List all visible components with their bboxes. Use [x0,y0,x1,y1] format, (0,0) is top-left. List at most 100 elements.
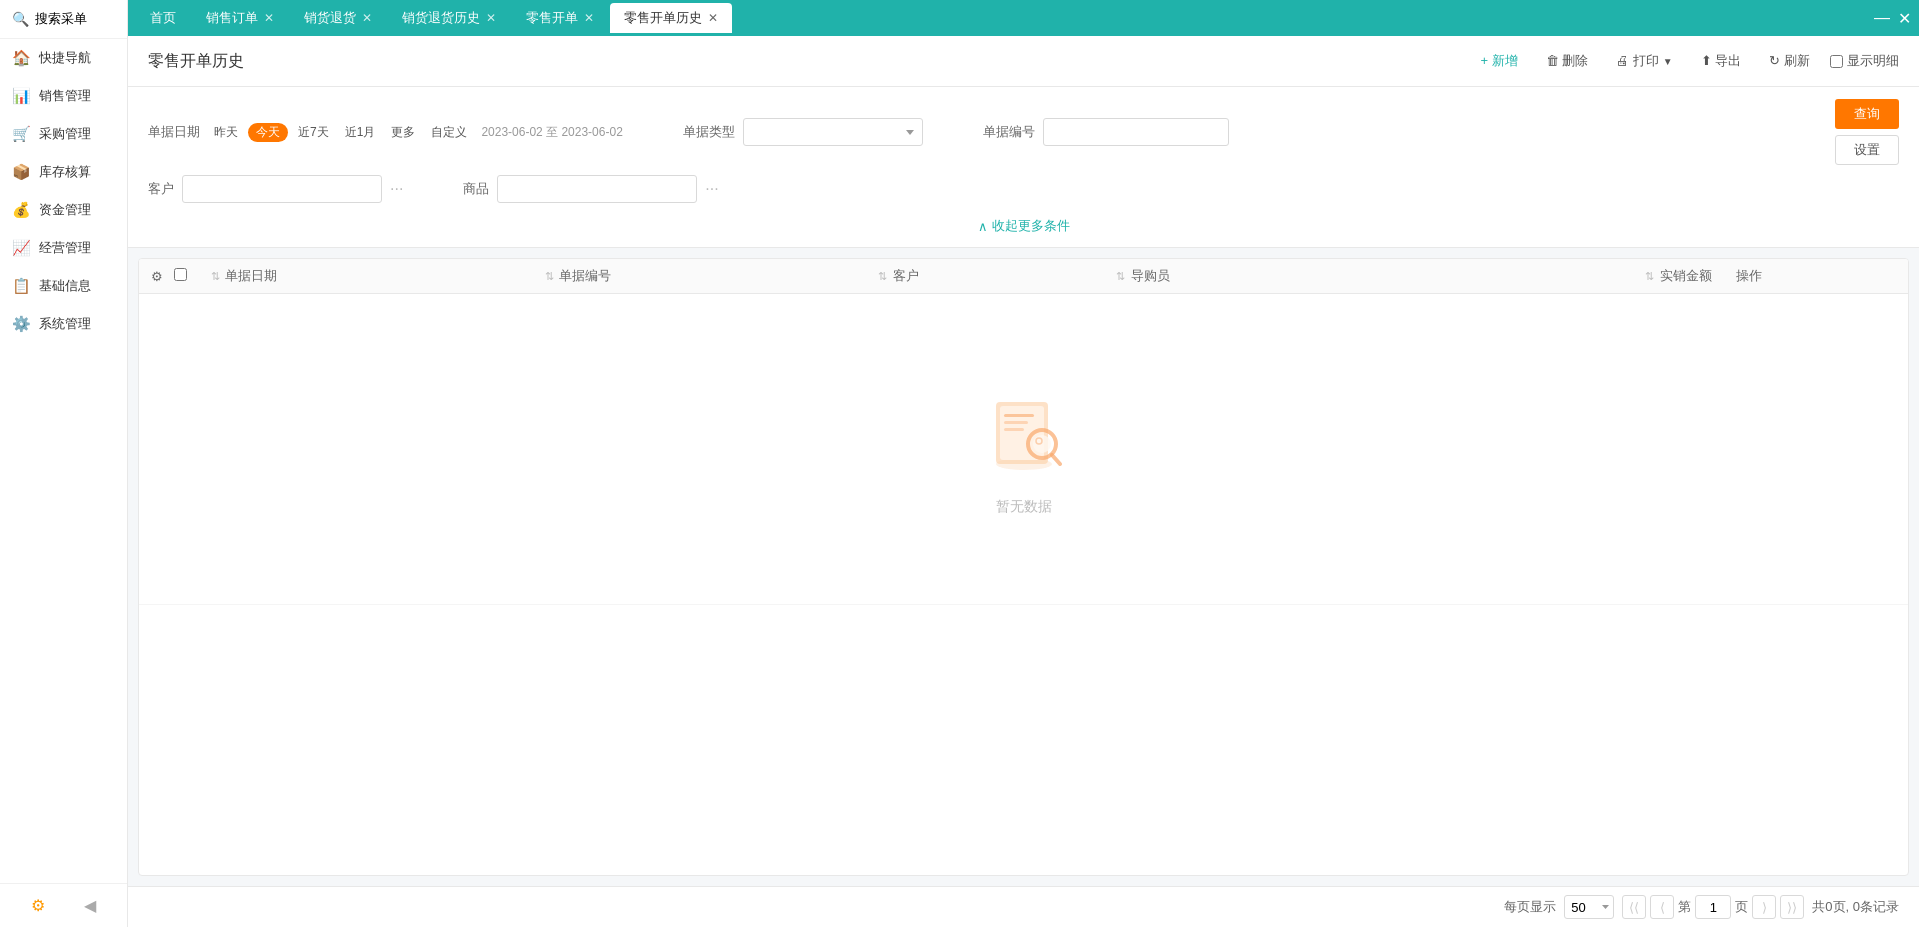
first-page-btn[interactable]: ⟨⟨ [1622,895,1646,919]
page-prefix-label: 第 [1678,898,1691,916]
sort-icon-number[interactable]: ⇅ [545,270,554,282]
product-filter: 商品 ··· [463,175,718,203]
select-all-checkbox[interactable] [174,268,187,281]
date-btn-custom[interactable]: 自定义 [425,122,473,143]
new-label: + 新增 [1480,52,1517,70]
minimize-icon[interactable]: — [1874,9,1890,27]
tab-retail-open-close[interactable]: ✕ [584,11,594,25]
sort-icon-date[interactable]: ⇅ [211,270,220,282]
tab-retail-open[interactable]: 零售开单 ✕ [512,3,608,33]
toolbar: + 新增 🗑 删除 🖨 打印 ▼ ⬆ 导出 ↻ 刷新 显示明细 [1472,48,1899,74]
sidebar-item-label: 基础信息 [39,277,91,295]
th-customer: ⇅ 客户 [866,259,1104,294]
sidebar-item-sales-mgmt[interactable]: 📊 销售管理 [0,77,127,115]
query-button[interactable]: 查询 [1835,99,1899,129]
tab-sales-return-label: 销货退货 [304,9,356,27]
sidebar-item-label: 经营管理 [39,239,91,257]
sidebar-item-purchase-mgmt[interactable]: 🛒 采购管理 [0,115,127,153]
collapse-row: ∧ 收起更多条件 [148,213,1899,235]
table-settings-icon[interactable]: ⚙ [151,269,163,284]
tab-sales-order-close[interactable]: ✕ [264,11,274,25]
data-table: ⚙ ⇅ 单据日期 ⇅ 单据编号 ⇅ [139,259,1908,605]
sidebar-item-label: 销售管理 [39,87,91,105]
prev-page-btn[interactable]: ⟨ [1650,895,1674,919]
product-filter-input[interactable] [497,175,697,203]
date-btn-1month[interactable]: 近1月 [339,122,382,143]
page-input[interactable] [1695,895,1731,919]
sort-icon-amount[interactable]: ⇅ [1645,270,1654,282]
sidebar: 🔍 搜索采单 🏠 快捷导航 📊 销售管理 🛒 采购管理 📦 库存核算 💰 资金管… [0,0,128,927]
print-dropdown-icon[interactable]: ▼ [1663,56,1673,67]
tab-home[interactable]: 首页 [136,3,190,33]
tab-retail-open-history[interactable]: 零售开单历史 ✕ [610,3,732,33]
customer-filter-label: 客户 [148,180,174,198]
th-actions: 操作 [1724,259,1908,294]
sort-icon-customer[interactable]: ⇅ [878,270,887,282]
tab-sales-order-label: 销售订单 [206,9,258,27]
type-filter: 单据类型 [683,118,923,146]
tab-bar: 首页 销售订单 ✕ 销货退货 ✕ 销货退货历史 ✕ 零售开单 ✕ 零售开单历史 … [128,0,1919,36]
window-close-icon[interactable]: ✕ [1898,9,1911,28]
th-date: ⇅ 单据日期 [199,259,533,294]
sidebar-item-base-info[interactable]: 📋 基础信息 [0,267,127,305]
sidebar-item-finance[interactable]: 💰 资金管理 [0,191,127,229]
tab-sales-return-history-close[interactable]: ✕ [486,11,496,25]
print-button[interactable]: 🖨 打印 ▼ [1608,48,1681,74]
show-detail-label-text: 显示明细 [1847,52,1899,70]
date-btn-yesterday[interactable]: 昨天 [208,122,244,143]
new-button[interactable]: + 新增 [1472,48,1525,74]
th-gear: ⚙ [139,259,199,294]
tab-sales-return[interactable]: 销货退货 ✕ [290,3,386,33]
last-page-btn[interactable]: ⟩⟩ [1780,895,1804,919]
sidebar-item-system-mgmt[interactable]: ⚙️ 系统管理 [0,305,127,343]
sidebar-item-operations[interactable]: 📈 经营管理 [0,229,127,267]
query-settings-col: 查询 设置 [1835,99,1899,165]
customer-filter: 客户 ··· [148,175,403,203]
show-detail-toggle[interactable]: 显示明细 [1830,52,1899,70]
customer-filter-input[interactable] [182,175,382,203]
settings-icon[interactable]: ⚙ [31,896,45,915]
tab-sales-return-history[interactable]: 销货退货历史 ✕ [388,3,510,33]
show-detail-checkbox[interactable] [1830,55,1843,68]
type-filter-select[interactable] [743,118,923,146]
tab-retail-open-history-label: 零售开单历史 [624,9,702,27]
sidebar-item-quick-nav[interactable]: 🏠 快捷导航 [0,39,127,77]
operations-icon: 📈 [12,239,31,257]
refresh-button[interactable]: ↻ 刷新 [1761,48,1818,74]
collapse-button[interactable]: ∧ 收起更多条件 [978,217,1070,235]
per-page-select[interactable]: 50 10 20 100 [1564,895,1614,919]
date-range-display: 2023-06-02 至 2023-06-02 [481,124,622,141]
collapse-sidebar-icon[interactable]: ◀ [84,896,96,915]
product-dots[interactable]: ··· [705,180,718,198]
export-button[interactable]: ⬆ 导出 [1693,48,1750,74]
date-btn-more[interactable]: 更多 [385,122,421,143]
empty-text: 暂无数据 [996,498,1052,516]
date-buttons: 昨天 今天 近7天 近1月 更多 自定义 [208,122,473,143]
number-filter-input[interactable] [1043,118,1229,146]
info-icon: 📋 [12,277,31,295]
date-btn-7days[interactable]: 近7天 [292,122,335,143]
th-actions-label: 操作 [1736,268,1762,283]
tab-sales-order[interactable]: 销售订单 ✕ [192,3,288,33]
next-page-btn[interactable]: ⟩ [1752,895,1776,919]
sort-icon-guide[interactable]: ⇅ [1116,270,1125,282]
customer-dots[interactable]: ··· [390,180,403,198]
tab-sales-return-close[interactable]: ✕ [362,11,372,25]
date-btn-today[interactable]: 今天 [248,123,288,142]
settings-button[interactable]: 设置 [1835,135,1899,165]
th-amount: ⇅ 实销金额 [1390,259,1724,294]
sidebar-search-label: 搜索采单 [35,10,87,28]
date-filter: 单据日期 昨天 今天 近7天 近1月 更多 自定义 2023-06-02 至 2… [148,122,623,143]
chevron-up-icon: ∧ [978,219,988,234]
filter-area: 单据日期 昨天 今天 近7天 近1月 更多 自定义 2023-06-02 至 2… [128,87,1919,248]
tab-retail-open-history-close[interactable]: ✕ [708,11,718,25]
main-area: 首页 销售订单 ✕ 销货退货 ✕ 销货退货历史 ✕ 零售开单 ✕ 零售开单历史 … [128,0,1919,927]
delete-button[interactable]: 🗑 删除 [1538,48,1597,74]
sidebar-item-label: 库存核算 [39,163,91,181]
th-number-label: 单据编号 [559,268,611,283]
sidebar-item-inventory[interactable]: 📦 库存核算 [0,153,127,191]
export-label: ⬆ 导出 [1701,52,1742,70]
date-filter-label: 单据日期 [148,123,200,141]
money-icon: 💰 [12,201,31,219]
sidebar-search[interactable]: 🔍 搜索采单 [0,0,127,39]
